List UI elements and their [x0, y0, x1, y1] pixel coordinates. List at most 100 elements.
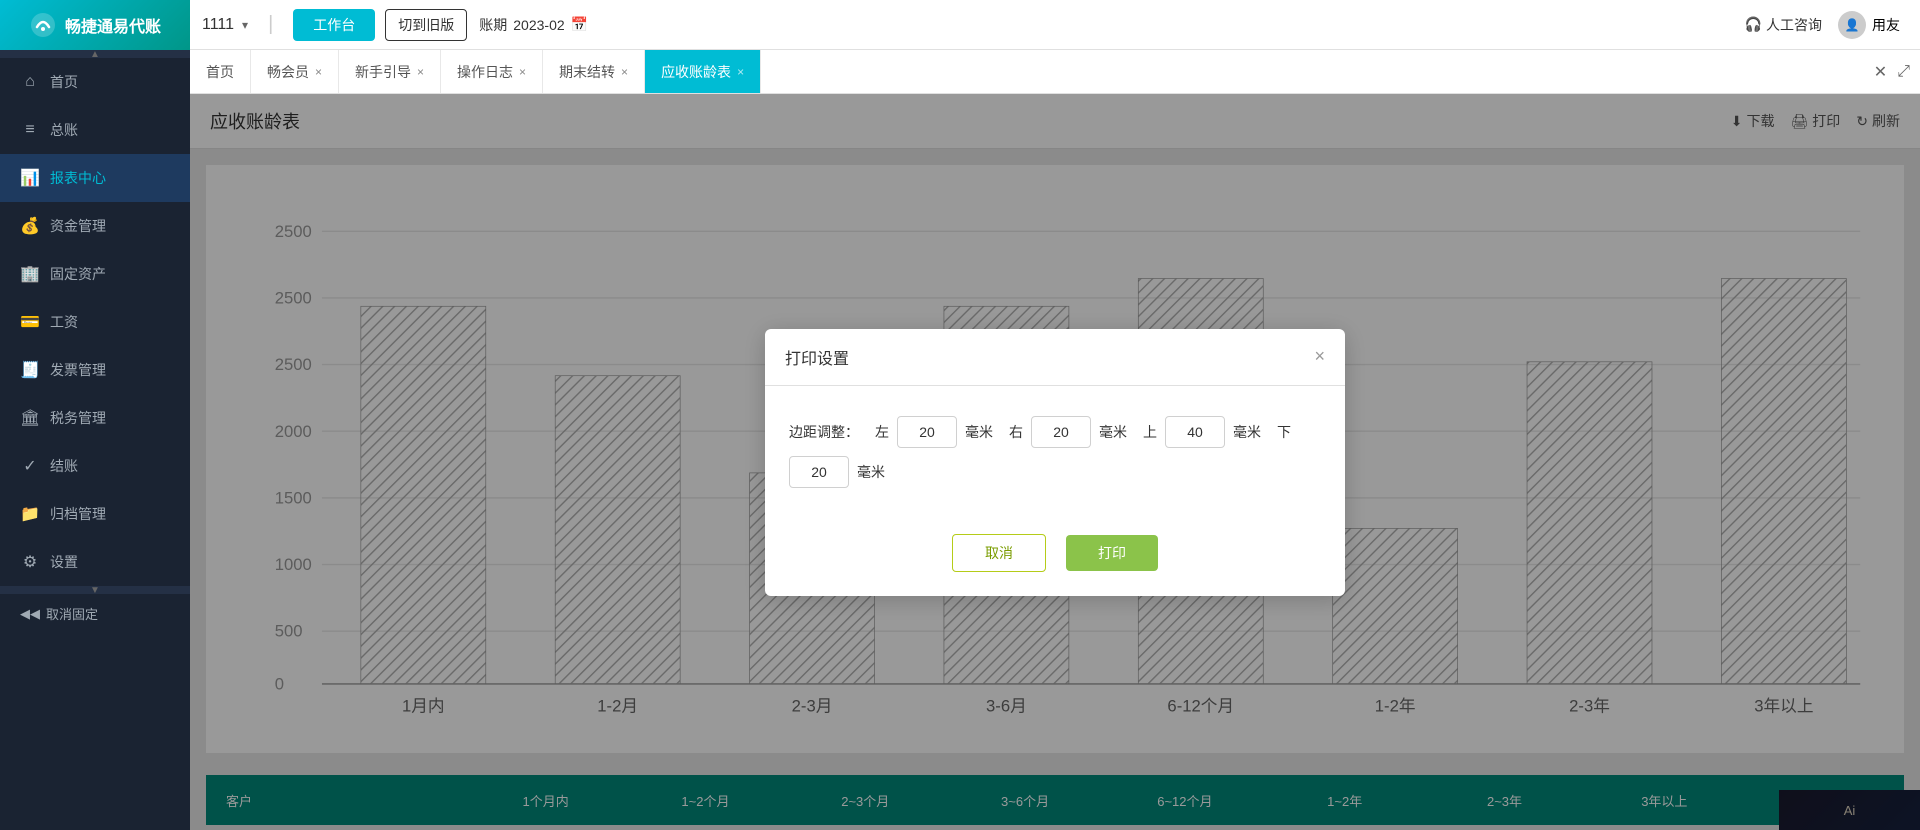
margin-row: 边距调整： 左 毫米 右 毫米 上 毫米 下 毫米 [789, 416, 1321, 488]
tab-member[interactable]: 畅会员 × [251, 50, 339, 94]
assets-icon: 🏢 [20, 264, 40, 284]
confirm-print-button[interactable]: 打印 [1066, 535, 1158, 571]
sidebar-item-invoice-label: 发票管理 [50, 360, 106, 380]
tab-ar-close[interactable]: × [737, 65, 744, 79]
sidebar-item-salary-label: 工资 [50, 312, 78, 332]
bottom-unit-label: 毫米 [857, 462, 885, 482]
sidebar-item-assets-label: 固定资产 [50, 264, 106, 284]
invoice-icon: 🧾 [20, 360, 40, 380]
right-margin-input[interactable] [1031, 416, 1091, 448]
cancel-fixed-label: 取消固定 [46, 604, 98, 623]
right-direction-label: 右 [1009, 422, 1023, 442]
cancel-fixed-icon: ◀◀ [20, 606, 40, 622]
sidebar-scroll-down[interactable]: ▼ [0, 586, 190, 594]
sidebar-item-settings-label: 设置 [50, 552, 78, 572]
close-all-button[interactable]: ✕ [1874, 62, 1887, 82]
sidebar-item-archive-label: 归档管理 [50, 504, 106, 524]
tab-guide-label: 新手引导 [355, 62, 411, 82]
margin-label: 边距调整： [789, 422, 859, 442]
tab-bar-right: ✕ ⤢ [1874, 62, 1920, 82]
sidebar-item-settlement[interactable]: ✓ 结账 [0, 442, 190, 490]
sidebar-item-general-ledger[interactable]: ≡ 总账 [0, 106, 190, 154]
main-layout: ▲ ⌂ 首页 ≡ 总账 📊 报表中心 💰 资金管理 🏢 固定资产 💳 工资 🧾 … [0, 50, 1920, 830]
tab-log-close[interactable]: × [519, 65, 526, 79]
tab-home-label: 首页 [206, 62, 234, 82]
content-area: 首页 畅会员 × 新手引导 × 操作日志 × 期末结转 × 应收账龄表 × [190, 50, 1920, 830]
avatar: 👤 [1838, 11, 1866, 39]
workbench-button[interactable]: 工作台 [293, 9, 375, 41]
modal-header: 打印设置 × [765, 329, 1345, 386]
tab-guide-close[interactable]: × [417, 65, 424, 79]
sidebar-item-home-label: 首页 [50, 72, 78, 92]
sidebar-item-fixed-assets[interactable]: 🏢 固定资产 [0, 250, 190, 298]
topbar: 畅捷通易代账 1111 ▾ | 工作台 切到旧版 账期 2023-02 📅 🎧 … [0, 0, 1920, 50]
user-label: 用友 [1872, 15, 1900, 35]
tax-icon: 🏛 [20, 408, 40, 428]
sidebar-item-tax[interactable]: 🏛 税务管理 [0, 394, 190, 442]
tab-period-label: 期末结转 [559, 62, 615, 82]
tab-ar-label: 应收账龄表 [661, 62, 731, 82]
expand-button[interactable]: ⤢ [1897, 63, 1910, 81]
settlement-icon: ✓ [20, 456, 40, 476]
modal-close-button[interactable]: × [1314, 346, 1325, 367]
sidebar-item-archive[interactable]: 📁 归档管理 [0, 490, 190, 538]
page-content: 应收账龄表 ⬇ 下载 🖨 打印 ↻ 刷新 [190, 94, 1920, 830]
sidebar-item-invoice[interactable]: 🧾 发票管理 [0, 346, 190, 394]
tab-ar-aging[interactable]: 应收账龄表 × [645, 50, 761, 94]
company-name: 1111 [202, 16, 234, 34]
modal-footer: 取消 打印 [765, 518, 1345, 596]
tab-member-label: 畅会员 [267, 62, 309, 82]
sidebar-item-settings[interactable]: ⚙ 设置 [0, 538, 190, 586]
company-selector[interactable]: 1111 ▾ [190, 0, 260, 50]
sidebar-item-home[interactable]: ⌂ 首页 [0, 58, 190, 106]
top-direction-label: 上 [1143, 422, 1157, 442]
topbar-right: 🎧 人工咨询 👤 用友 [1745, 11, 1920, 39]
sidebar-item-ledger-label: 总账 [50, 120, 78, 140]
left-margin-input[interactable] [897, 416, 957, 448]
sidebar-item-fund-management[interactable]: 💰 资金管理 [0, 202, 190, 250]
report-icon: 📊 [20, 168, 40, 188]
modal-overlay: 打印设置 × 边距调整： 左 毫米 右 毫米 上 [190, 94, 1920, 830]
headset-icon: 🎧 [1745, 16, 1762, 33]
home-icon: ⌂ [20, 73, 40, 91]
fund-icon: 💰 [20, 216, 40, 236]
modal-body: 边距调整： 左 毫米 右 毫米 上 毫米 下 毫米 [765, 386, 1345, 518]
period-value: 2023-02 [513, 17, 564, 33]
user-info[interactable]: 👤 用友 [1838, 11, 1900, 39]
cancel-fixed-button[interactable]: ◀◀ 取消固定 [0, 594, 190, 633]
top-unit-label: 毫米 [1233, 422, 1261, 442]
sidebar: ▲ ⌂ 首页 ≡ 总账 📊 报表中心 💰 资金管理 🏢 固定资产 💳 工资 🧾 … [0, 50, 190, 830]
bottom-direction-label: 下 [1277, 422, 1291, 442]
logo: 畅捷通易代账 [0, 0, 190, 50]
tab-log-label: 操作日志 [457, 62, 513, 82]
calendar-icon[interactable]: 📅 [571, 16, 588, 33]
sidebar-item-tax-label: 税务管理 [50, 408, 106, 428]
tab-member-close[interactable]: × [315, 65, 322, 79]
tab-period-close[interactable]: × [621, 65, 628, 79]
consultation-button[interactable]: 🎧 人工咨询 [1745, 15, 1822, 35]
settings-icon: ⚙ [20, 552, 40, 572]
left-unit-label: 毫米 [965, 422, 993, 442]
tab-bar: 首页 畅会员 × 新手引导 × 操作日志 × 期末结转 × 应收账龄表 × [190, 50, 1920, 94]
bottom-margin-input[interactable] [789, 456, 849, 488]
tab-operation-log[interactable]: 操作日志 × [441, 50, 543, 94]
tab-guide[interactable]: 新手引导 × [339, 50, 441, 94]
sidebar-item-report-center[interactable]: 📊 报表中心 [0, 154, 190, 202]
sidebar-scroll-up[interactable]: ▲ [0, 50, 190, 58]
logo-icon [29, 11, 57, 39]
sidebar-item-salary[interactable]: 💳 工资 [0, 298, 190, 346]
tab-home[interactable]: 首页 [190, 50, 251, 94]
archive-icon: 📁 [20, 504, 40, 524]
switch-version-button[interactable]: 切到旧版 [385, 9, 467, 41]
tab-period-end[interactable]: 期末结转 × [543, 50, 645, 94]
consultation-label: 人工咨询 [1766, 15, 1822, 35]
top-margin-input[interactable] [1165, 416, 1225, 448]
period-label: 账期 2023-02 📅 [479, 15, 588, 35]
logo-text: 畅捷通易代账 [65, 13, 161, 37]
right-unit-label: 毫米 [1099, 422, 1127, 442]
sidebar-item-report-label: 报表中心 [50, 168, 106, 188]
salary-icon: 💳 [20, 312, 40, 332]
period-text: 账期 [479, 15, 507, 35]
sidebar-item-fund-label: 资金管理 [50, 216, 106, 236]
cancel-print-button[interactable]: 取消 [952, 534, 1046, 572]
